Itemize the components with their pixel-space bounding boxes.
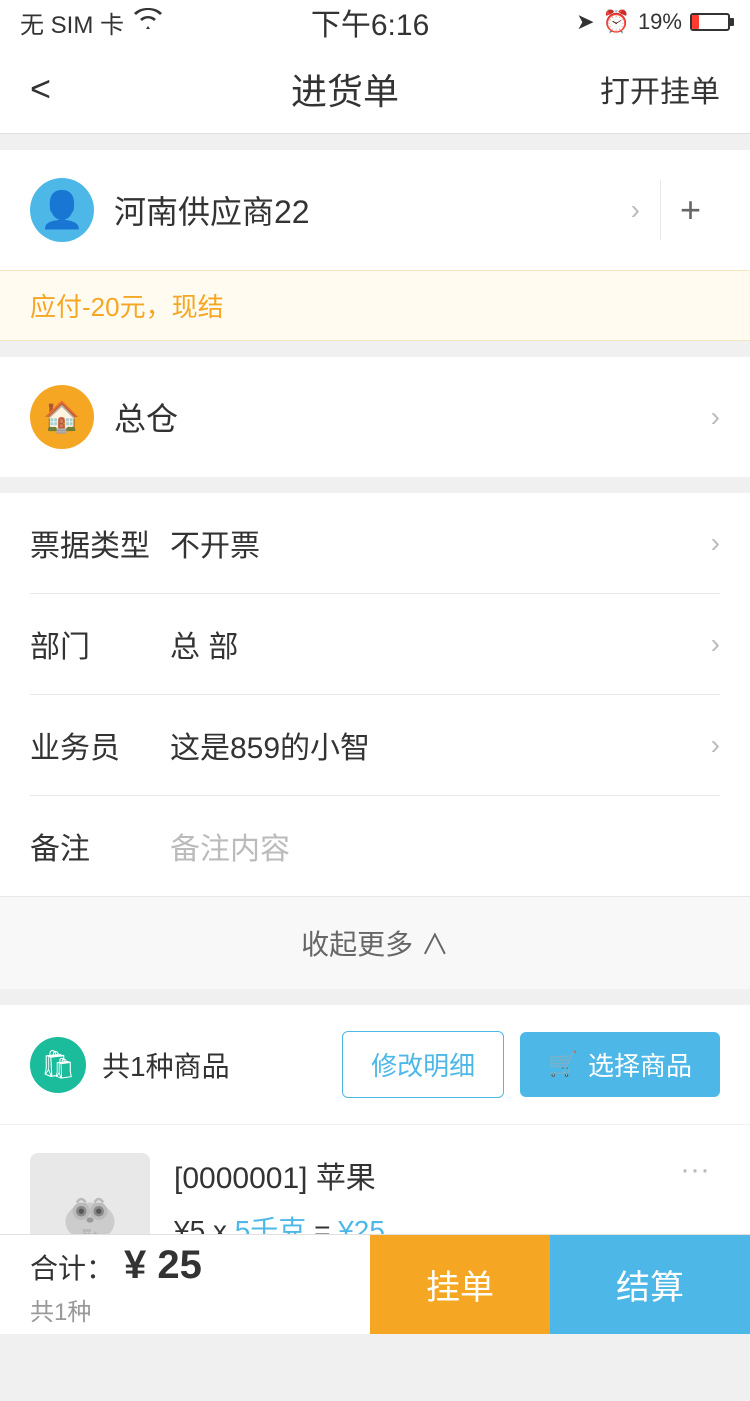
dept-label: 部门 [30,622,170,666]
person-icon: 👤 [40,189,85,231]
supplier-row[interactable]: 👤 河南供应商22 › + [0,150,750,270]
divider-4 [0,989,750,1005]
wifi-icon [132,8,164,37]
sales-chevron-icon: › [711,729,720,761]
invoice-row[interactable]: 票据类型 不开票 › [0,493,750,593]
supplier-avatar: 👤 [30,178,94,242]
products-count: 共1种商品 [102,1045,342,1085]
select-product-button[interactable]: 🛒 选择商品 [520,1032,720,1097]
supplier-name: 河南供应商22 [114,187,631,233]
footer-total: 合计： ¥ 25 共1种 [0,1235,370,1334]
products-icon: 🛍 [30,1037,86,1093]
collapse-toggle-button[interactable]: 收起更多 ∧ [0,896,750,989]
nav-bar: < 进货单 打开挂单 [0,44,750,134]
invoice-value: 不开票 [170,521,711,565]
page-title: 进货单 [291,63,399,115]
bag-icon: 🛍 [40,1048,76,1081]
warehouse-chevron-icon: › [711,401,720,433]
warehouse-section: 🏠 总仓 › [0,357,750,477]
supplier-notice: 应付-20元，现结 [0,270,750,341]
supplier-chevron-icon: › [631,194,640,226]
status-time: 下午6:16 [311,0,429,44]
status-bar: 无 SIM 卡 下午6:16 ➤ ⏰ 19% [0,0,750,44]
location-icon: ➤ [576,9,594,35]
pending-button[interactable]: 挂单 [370,1235,550,1334]
total-amount: ¥ 25 [124,1243,202,1288]
divider-1 [0,134,750,150]
divider-2 [0,341,750,357]
plus-icon: + [680,189,701,231]
sales-label: 业务员 [30,723,170,767]
dept-chevron-icon: › [711,628,720,660]
select-icon: 🛒 [548,1050,578,1079]
form-section: 票据类型 不开票 › 部门 总 部 › 业务员 这是859的小智 › 备注 备注… [0,493,750,896]
invoice-chevron-icon: › [711,527,720,559]
modify-detail-button[interactable]: 修改明细 [342,1031,504,1098]
alarm-icon: ⏰ [603,9,630,35]
sales-row[interactable]: 业务员 这是859的小智 › [0,695,750,795]
checkout-button[interactable]: 结算 [550,1235,750,1334]
back-button[interactable]: < [30,68,90,110]
status-carrier: 无 SIM 卡 [20,5,164,40]
battery-indicator [690,13,730,31]
product-name-text: 苹果 [316,1162,376,1195]
products-header: 🛍 共1种商品 修改明细 🛒 选择商品 [0,1005,750,1124]
total-count: 共1种 [30,1292,340,1327]
remark-label: 备注 [30,824,170,868]
total-label: 合计： [30,1247,114,1287]
warehouse-icon: 🏠 [30,385,94,449]
open-pending-button[interactable]: 打开挂单 [600,67,720,111]
warehouse-row[interactable]: 🏠 总仓 › [0,357,750,477]
status-right: ➤ ⏰ 19% [576,9,730,35]
invoice-label: 票据类型 [30,521,170,565]
product-more-button[interactable]: ··· [670,1153,720,1187]
divider-3 [0,477,750,493]
sales-value: 这是859的小智 [170,723,711,767]
remark-row[interactable]: 备注 备注内容 [0,796,750,896]
dept-row[interactable]: 部门 总 部 › [0,594,750,694]
add-supplier-button[interactable]: + [660,180,720,240]
home-icon: 🏠 [43,400,80,435]
supplier-section: 👤 河南供应商22 › + 应付-20元，现结 [0,150,750,341]
remark-value: 备注内容 [170,824,720,868]
total-line: 合计： ¥ 25 [30,1243,340,1288]
footer: 合计： ¥ 25 共1种 挂单 结算 [0,1234,750,1334]
warehouse-name: 总仓 [114,394,711,440]
dept-value: 总 部 [170,622,711,666]
product-name: [0000001] 苹果 [174,1153,670,1197]
battery-percent: 19% [638,9,682,35]
